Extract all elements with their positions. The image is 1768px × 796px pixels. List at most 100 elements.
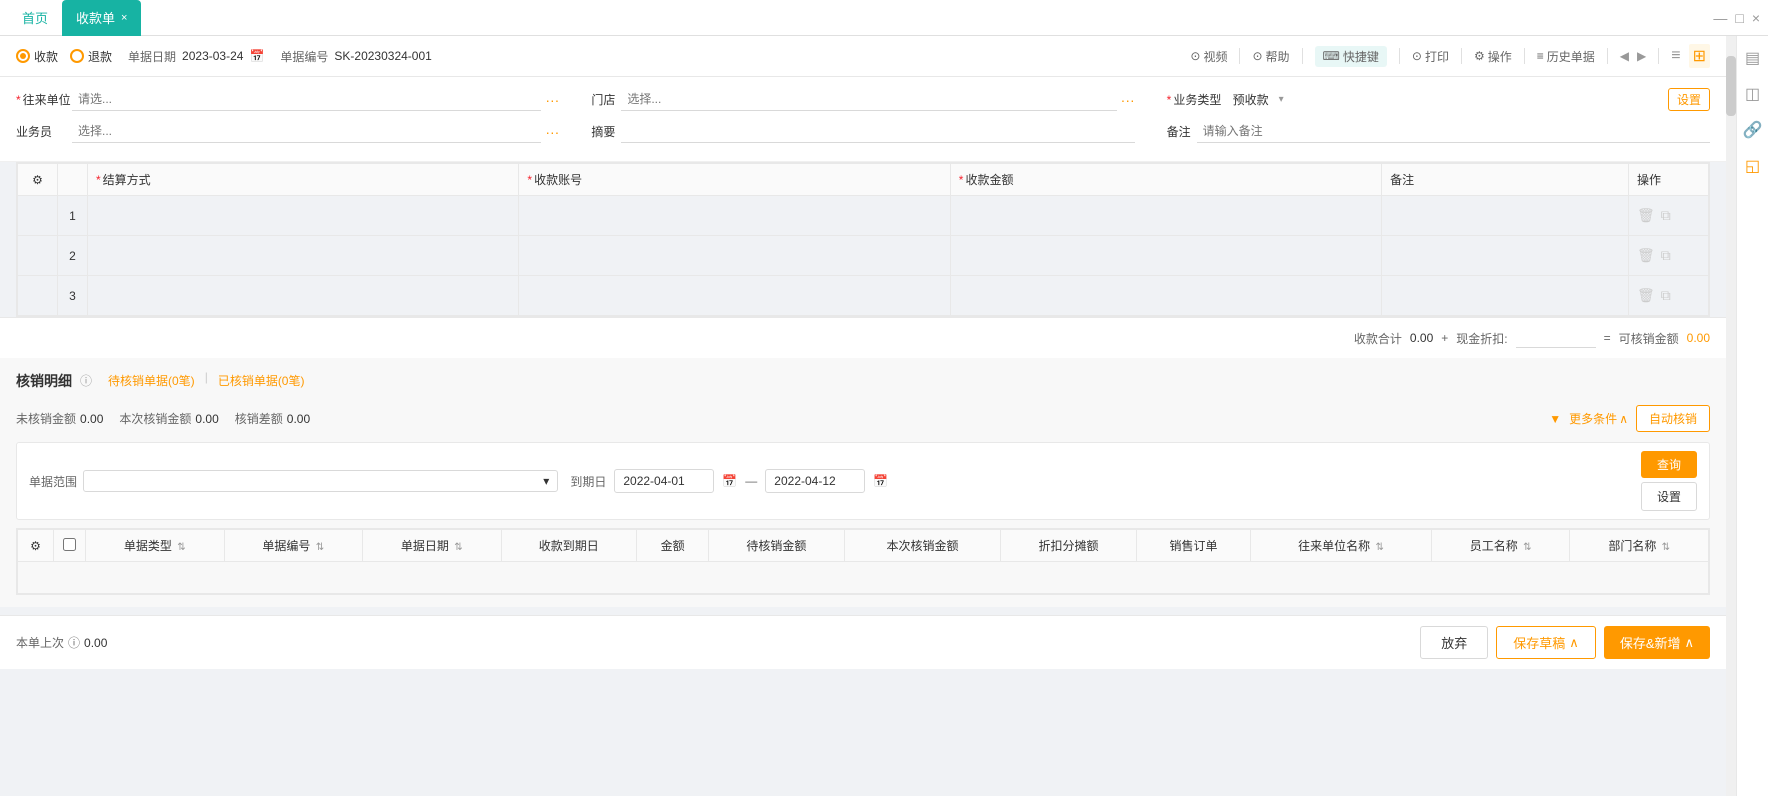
bcol-check[interactable]: [54, 530, 86, 562]
bcol-unit: 往来单位名称 ⇅: [1251, 530, 1432, 562]
copy-icon-3[interactable]: ⧉: [1661, 287, 1671, 304]
cell-amount-1[interactable]: [950, 196, 1381, 236]
tab-close-icon[interactable]: ×: [121, 12, 127, 24]
counterpart-input[interactable]: [72, 88, 541, 111]
cell-amount-3[interactable]: [950, 276, 1381, 316]
cell-remark-1[interactable]: [1382, 196, 1629, 236]
form-row-1: 往来单位 ··· 门店 ··· 业务类型 预收款 ▾ 设置: [16, 87, 1710, 112]
divider-2: [1302, 48, 1303, 64]
setting-button[interactable]: 设置: [1668, 88, 1710, 111]
nav-next-icon[interactable]: ▶: [1637, 49, 1646, 63]
verify-info-icon[interactable]: ⓘ: [80, 372, 92, 389]
date-from-icon[interactable]: 📅: [722, 474, 737, 488]
right-sidebar: ▤ ◫ 🔗 ◱: [1736, 36, 1768, 796]
cell-account-3[interactable]: [519, 276, 950, 316]
action-operation[interactable]: ⚙ 操作: [1474, 48, 1512, 65]
salesman-more-icon[interactable]: ···: [545, 124, 559, 140]
nav-prev-icon[interactable]: ◀: [1620, 49, 1629, 63]
cell-remark-2[interactable]: [1382, 236, 1629, 276]
counterpart-more-icon[interactable]: ···: [545, 92, 559, 108]
radio-refund[interactable]: 退款: [70, 48, 112, 65]
header-actions: ⊙ 视频 ⊙ 帮助 ⌨ 快捷键 ⊙ 打印 ⚙ 操作: [1190, 44, 1710, 68]
salesman-label: 业务员: [16, 123, 72, 140]
grid-view-icon[interactable]: ⊞: [1689, 44, 1710, 68]
cell-settlement-2[interactable]: [88, 236, 519, 276]
scroll-thumb[interactable]: [1726, 56, 1736, 116]
sidebar-table-icon[interactable]: ▤: [1741, 44, 1764, 72]
col-account-header: 收款账号: [519, 164, 950, 196]
setting2-button[interactable]: 设置: [1641, 482, 1697, 511]
number-field: 单据编号 SK-20230324-001: [280, 48, 431, 65]
action-help[interactable]: ⊙ 帮助: [1252, 48, 1289, 65]
sidebar-link-icon[interactable]: 🔗: [1739, 116, 1767, 144]
cell-settlement-1[interactable]: [88, 196, 519, 236]
save-draft-label: 保存草稿: [1513, 633, 1565, 652]
copy-icon-1[interactable]: ⧉: [1661, 207, 1671, 224]
minimize-icon[interactable]: —: [1713, 10, 1727, 26]
col-settings-header[interactable]: ⚙: [18, 164, 58, 196]
date-from-input[interactable]: [614, 469, 714, 493]
tab-current-label: 收款单: [76, 8, 115, 27]
range-select[interactable]: ▾: [83, 470, 558, 492]
help-label: 帮助: [1266, 48, 1290, 65]
discount-input[interactable]: [1516, 328, 1596, 348]
save-new-button[interactable]: 保存&新增 ∧: [1604, 626, 1710, 659]
date-value[interactable]: 2023-03-24: [182, 49, 243, 63]
tab-home[interactable]: 首页: [8, 0, 62, 36]
store-more-icon[interactable]: ···: [1121, 92, 1135, 108]
footer-info: 本单上次 ⓘ 0.00: [16, 634, 107, 651]
divider-4: [1461, 48, 1462, 64]
calendar-icon[interactable]: 📅: [249, 49, 264, 63]
action-history[interactable]: ≡ 历史单据: [1537, 48, 1595, 65]
radio-refund-label: 退款: [88, 48, 112, 65]
op-icon: ⚙: [1474, 49, 1485, 63]
delete-icon-2[interactable]: 🗑: [1637, 247, 1655, 264]
filter-icon[interactable]: ▼: [1549, 412, 1561, 426]
more-conditions[interactable]: 更多条件 ∧: [1569, 410, 1628, 427]
date-to-icon[interactable]: 📅: [873, 474, 888, 488]
more-chevron: ∧: [1619, 412, 1628, 426]
cell-remark-3[interactable]: [1382, 276, 1629, 316]
date-to-input[interactable]: [765, 469, 865, 493]
remark-input[interactable]: [1197, 120, 1710, 143]
action-shortcut[interactable]: ⌨ 快捷键: [1315, 46, 1387, 67]
delete-icon-1[interactable]: 🗑: [1637, 207, 1655, 224]
radio-receive[interactable]: 收款: [16, 48, 58, 65]
tab-pending[interactable]: 待核销单据(0笔): [100, 370, 203, 391]
tab-bar: 首页 收款单 × — □ ×: [0, 0, 1768, 36]
list-view-icon[interactable]: ≡: [1671, 47, 1680, 65]
close-window-icon[interactable]: ×: [1752, 10, 1760, 26]
delete-icon-3[interactable]: 🗑: [1637, 287, 1655, 304]
copy-icon-2[interactable]: ⧉: [1661, 247, 1671, 264]
store-input[interactable]: [621, 88, 1116, 111]
scroll-track[interactable]: [1726, 36, 1736, 796]
counterpart-label: 往来单位: [16, 91, 72, 108]
sidebar-doc-icon[interactable]: ◫: [1741, 80, 1764, 108]
restore-icon[interactable]: □: [1735, 10, 1743, 26]
bcol-settings[interactable]: ⚙: [18, 530, 54, 562]
cell-account-2[interactable]: [519, 236, 950, 276]
save-draft-button[interactable]: 保存草稿 ∧: [1496, 626, 1596, 659]
cell-settlement-3[interactable]: [88, 276, 519, 316]
tab-current[interactable]: 收款单 ×: [62, 0, 141, 36]
sidebar-expand-icon[interactable]: ◱: [1741, 152, 1764, 180]
action-print[interactable]: ⊙ 打印: [1412, 48, 1449, 65]
cell-amount-2[interactable]: [950, 236, 1381, 276]
date-filter: 到期日 📅 — 📅: [570, 469, 1629, 493]
discard-button[interactable]: 放弃: [1420, 626, 1488, 659]
business-type-chevron[interactable]: ▾: [1279, 94, 1284, 105]
verify-section: 核销明细 ⓘ 待核销单据(0笔) | 已核销单据(0笔) 未核销金额 0.00 …: [0, 358, 1726, 607]
action-video[interactable]: ⊙ 视频: [1190, 48, 1227, 65]
query-button[interactable]: 查询: [1641, 451, 1697, 478]
current-value: 0.00: [195, 412, 218, 426]
select-all-checkbox[interactable]: [63, 538, 76, 551]
settings-icon: ⚙: [32, 173, 43, 187]
auto-verify-button[interactable]: 自动核销: [1636, 405, 1710, 432]
cell-account-1[interactable]: [519, 196, 950, 236]
bcol-pending: 待核销金额: [709, 530, 844, 562]
cell-settings-1: [18, 196, 58, 236]
tab-done[interactable]: 已核销单据(0笔): [210, 370, 313, 391]
summary-input[interactable]: [621, 120, 1134, 143]
footer-info-icon[interactable]: ⓘ: [68, 634, 80, 651]
salesman-input[interactable]: [72, 120, 541, 143]
